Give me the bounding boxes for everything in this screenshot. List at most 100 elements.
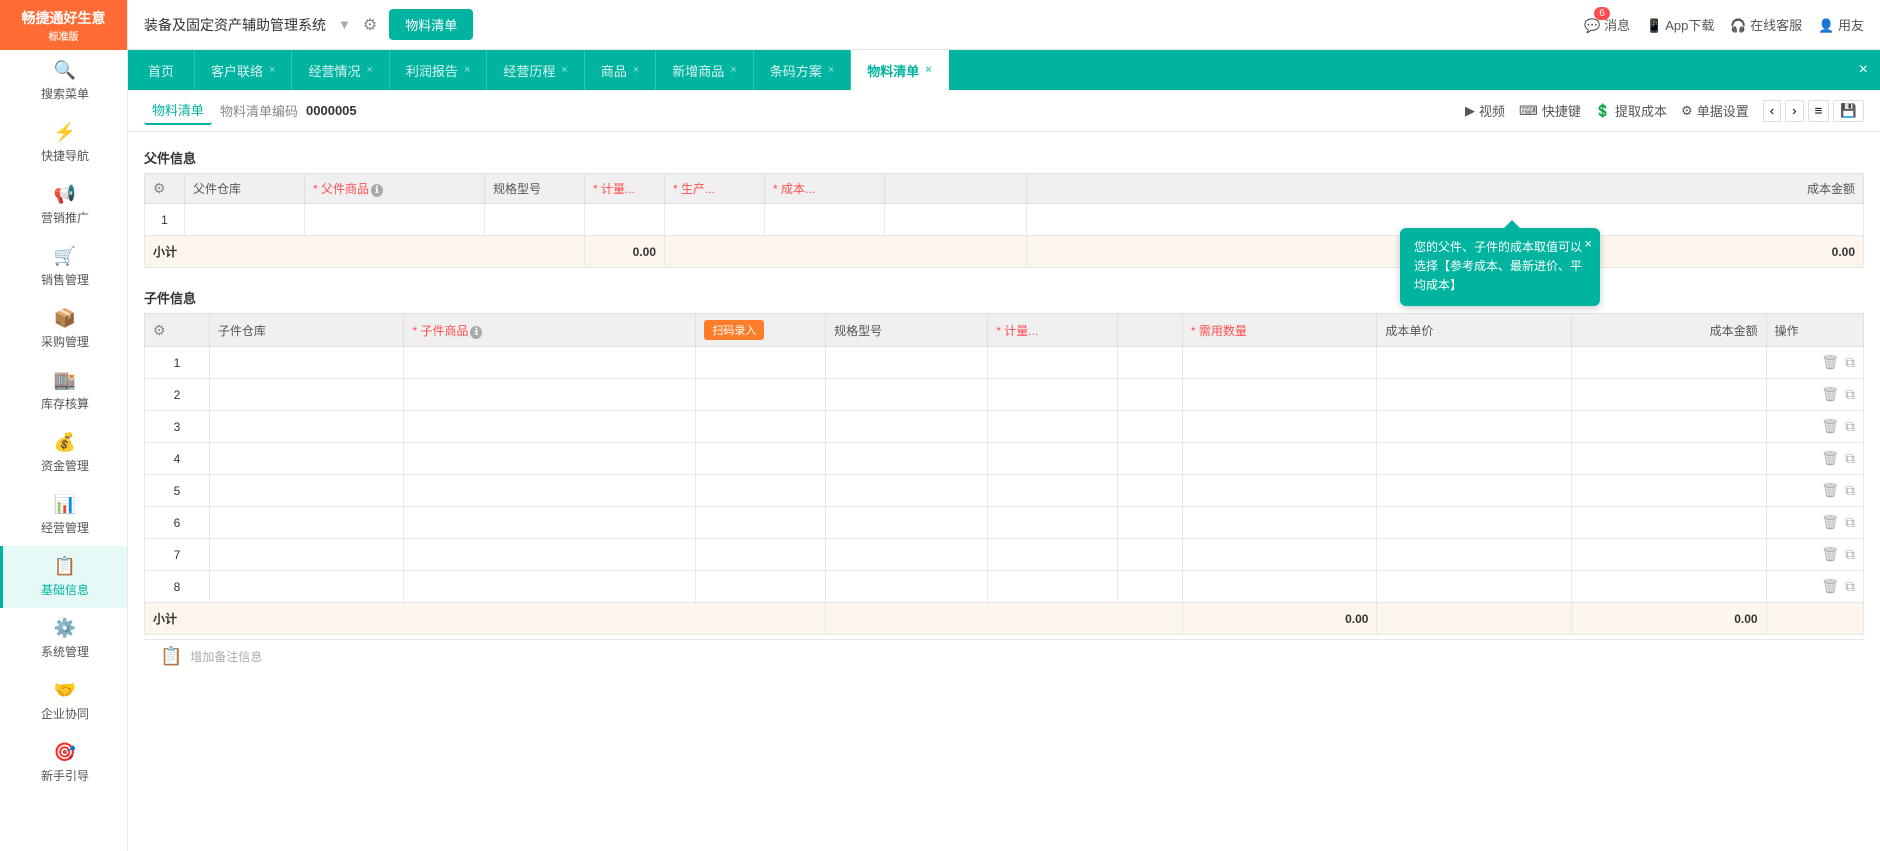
child-row-8-qty[interactable] [1182, 571, 1377, 603]
tab-profit[interactable]: 利润报告 × [390, 50, 487, 90]
delete-row-1-btn[interactable]: 🗑 [1821, 354, 1839, 371]
video-btn[interactable]: ▶ 视频 [1465, 101, 1505, 120]
sidebar-item-system[interactable]: ⚙️ 系统管理 [0, 608, 127, 670]
parent-row-1-spec[interactable] [485, 204, 585, 236]
copy-row-4-btn[interactable]: ⧉ [1845, 450, 1855, 467]
child-row-1-spec[interactable] [826, 347, 988, 379]
parent-row-1-prod[interactable] [665, 204, 765, 236]
child-row-1-product[interactable] [404, 347, 696, 379]
child-row-5-warehouse[interactable] [209, 475, 404, 507]
child-row-1-cost-unit[interactable] [1377, 347, 1572, 379]
child-row-5-unit[interactable] [988, 475, 1118, 507]
parent-row-1-unit[interactable] [585, 204, 665, 236]
sidebar-item-guide[interactable]: 🎯 新手引导 [0, 732, 127, 794]
parent-row-1-cost[interactable] [765, 204, 885, 236]
child-row-4-qty[interactable] [1182, 443, 1377, 475]
tab-new-product[interactable]: 新增商品 × [656, 50, 753, 90]
gear-icon-child[interactable]: ⚙ [153, 322, 166, 338]
child-row-8-warehouse[interactable] [209, 571, 404, 603]
child-row-8-cost-unit[interactable] [1377, 571, 1572, 603]
tab-profit-close[interactable]: × [464, 64, 470, 76]
child-row-6-spec[interactable] [826, 507, 988, 539]
child-row-5-spec[interactable] [826, 475, 988, 507]
child-row-2-product[interactable] [404, 379, 696, 411]
child-row-3-warehouse[interactable] [209, 411, 404, 443]
child-row-1-qty[interactable] [1182, 347, 1377, 379]
tab-operation[interactable]: 经营情况 × [292, 50, 389, 90]
child-row-7-unit[interactable] [988, 539, 1118, 571]
tab-home[interactable]: 首页 [128, 50, 195, 90]
copy-row-6-btn[interactable]: ⧉ [1845, 514, 1855, 531]
delete-row-3-btn[interactable]: 🗑 [1821, 418, 1839, 435]
tab-customer[interactable]: 客户联络 × [195, 50, 292, 90]
sidebar-item-purchase[interactable]: 📦 采购管理 [0, 298, 127, 360]
child-row-4-unit[interactable] [988, 443, 1118, 475]
child-row-4-cost-unit[interactable] [1377, 443, 1572, 475]
child-row-7-spec[interactable] [826, 539, 988, 571]
sidebar-item-inventory[interactable]: 🏬 库存核算 [0, 360, 127, 422]
copy-row-8-btn[interactable]: ⧉ [1845, 578, 1855, 595]
child-row-5-cost-unit[interactable] [1377, 475, 1572, 507]
trial-button[interactable]: 物料清单 [389, 9, 473, 40]
child-row-1-unit[interactable] [988, 347, 1118, 379]
sidebar-item-search[interactable]: 🔍 搜索菜单 [0, 50, 127, 112]
nav-prev-btn[interactable]: ‹ [1763, 100, 1781, 122]
sidebar-item-operations[interactable]: 📊 经营管理 [0, 484, 127, 546]
child-row-7-warehouse[interactable] [209, 539, 404, 571]
single-settings-btn[interactable]: ⚙ 单据设置 [1681, 101, 1749, 120]
bom-list-tab[interactable]: 物料清单 [144, 96, 212, 125]
child-row-8-unit[interactable] [988, 571, 1118, 603]
settings-gear-icon[interactable]: ⚙ [363, 15, 377, 35]
tab-bom[interactable]: 物料清单 × [851, 50, 948, 90]
sidebar-item-marketing[interactable]: 📢 营销推广 [0, 174, 127, 236]
copy-row-7-btn[interactable]: ⧉ [1845, 546, 1855, 563]
delete-row-4-btn[interactable]: 🗑 [1821, 450, 1839, 467]
child-row-8-product[interactable] [404, 571, 696, 603]
child-row-7-product[interactable] [404, 539, 696, 571]
scan-input-btn[interactable]: 扫码录入 [704, 320, 764, 340]
copy-row-1-btn[interactable]: ⧉ [1845, 354, 1855, 371]
close-all-tabs[interactable]: × [1847, 61, 1880, 79]
nav-next-btn[interactable]: › [1785, 100, 1803, 122]
app-download[interactable]: 📱 App下载 [1646, 15, 1714, 34]
tab-barcode[interactable]: 条码方案 × [754, 50, 851, 90]
dropdown-arrow[interactable]: ▼ [338, 17, 351, 32]
child-row-7-cost-unit[interactable] [1377, 539, 1572, 571]
online-service[interactable]: 🎧 在线客服 [1730, 15, 1802, 34]
user-area[interactable]: 👤 用友 [1818, 15, 1864, 34]
child-row-4-warehouse[interactable] [209, 443, 404, 475]
child-row-3-spec[interactable] [826, 411, 988, 443]
child-row-1-warehouse[interactable] [209, 347, 404, 379]
tab-history-close[interactable]: × [561, 64, 567, 76]
tab-customer-close[interactable]: × [269, 64, 275, 76]
delete-row-8-btn[interactable]: 🗑 [1821, 578, 1839, 595]
parent-row-1-warehouse[interactable] [185, 204, 305, 236]
sidebar-item-sales[interactable]: 🛒 销售管理 [0, 236, 127, 298]
child-row-6-product[interactable] [404, 507, 696, 539]
copy-row-2-btn[interactable]: ⧉ [1845, 386, 1855, 403]
sidebar-item-finance[interactable]: 💰 资金管理 [0, 422, 127, 484]
nav-save-btn[interactable]: 💾 [1833, 100, 1864, 122]
tab-barcode-close[interactable]: × [828, 64, 834, 76]
child-row-4-product[interactable] [404, 443, 696, 475]
child-row-3-product[interactable] [404, 411, 696, 443]
delete-row-5-btn[interactable]: 🗑 [1821, 482, 1839, 499]
child-row-6-qty[interactable] [1182, 507, 1377, 539]
tab-products[interactable]: 商品 × [585, 50, 656, 90]
delete-row-6-btn[interactable]: 🗑 [1821, 514, 1839, 531]
tab-history[interactable]: 经营历程 × [487, 50, 584, 90]
child-row-7-qty[interactable] [1182, 539, 1377, 571]
message-area[interactable]: 💬 6 消息 [1584, 15, 1630, 34]
child-row-2-spec[interactable] [826, 379, 988, 411]
parent-row-1-product[interactable] [305, 204, 485, 236]
child-row-4-spec[interactable] [826, 443, 988, 475]
gear-icon-parent[interactable]: ⚙ [153, 180, 166, 196]
tab-new-product-close[interactable]: × [730, 64, 736, 76]
shortcut-btn[interactable]: ⌨ 快捷键 [1519, 101, 1581, 120]
child-row-5-product[interactable] [404, 475, 696, 507]
child-row-3-qty[interactable] [1182, 411, 1377, 443]
tab-products-close[interactable]: × [633, 64, 639, 76]
child-row-2-warehouse[interactable] [209, 379, 404, 411]
child-row-2-cost-unit[interactable] [1377, 379, 1572, 411]
child-row-6-unit[interactable] [988, 507, 1118, 539]
